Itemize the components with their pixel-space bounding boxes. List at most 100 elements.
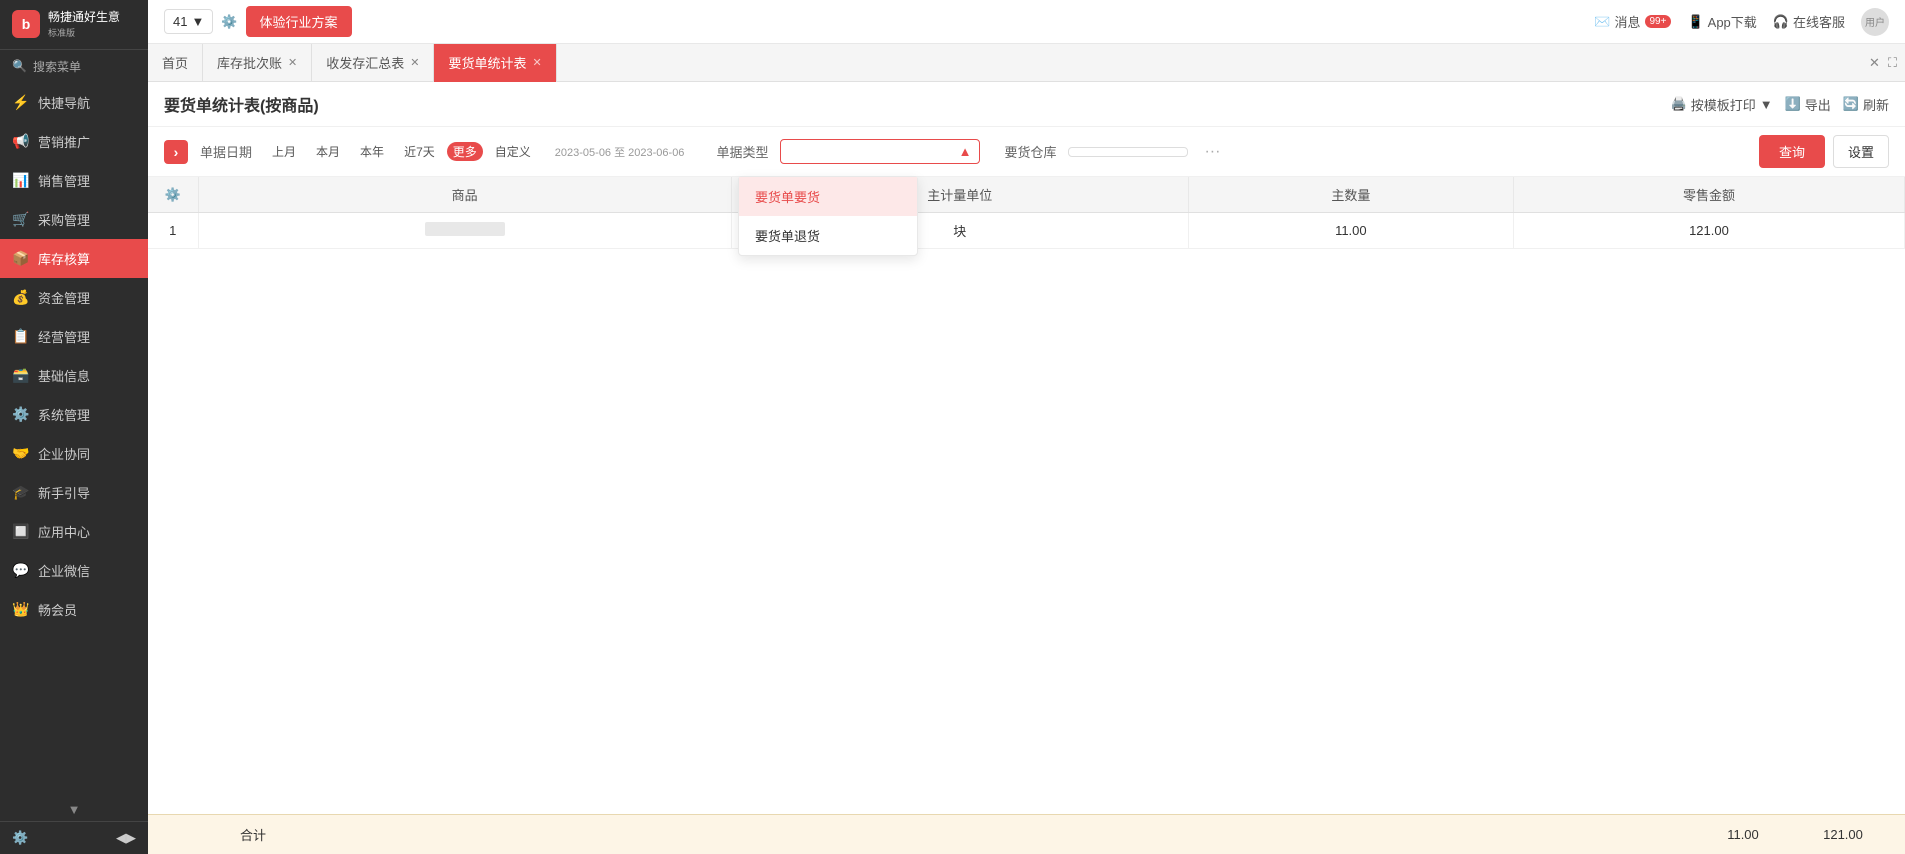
avatar[interactable]: 用户 (1861, 8, 1889, 36)
settings-btn[interactable]: 设置 (1833, 135, 1889, 168)
quick-nav-icon: ⚡ (12, 94, 30, 111)
store-selector[interactable]: 41 ▼ (164, 9, 213, 34)
tab-order-summary-close[interactable]: ✕ (533, 56, 542, 69)
sidebar-item-enterprise[interactable]: 🤝 企业协同 (0, 434, 148, 473)
headphone-icon: 🎧 (1773, 14, 1789, 30)
print-template-label: 按模板打印 (1691, 95, 1756, 114)
date-btn-7days[interactable]: 近7天 (396, 141, 443, 162)
message-icon: ✉️ (1594, 14, 1610, 30)
dropdown-item-order-return[interactable]: 要货单退货 (739, 216, 917, 255)
sidebar-item-appstore[interactable]: 🔲 应用中心 (0, 512, 148, 551)
inventory-label: 库存核算 (38, 249, 90, 268)
member-label: 畅会员 (38, 600, 77, 619)
search-menu-label: 搜索菜单 (33, 58, 81, 75)
date-filter-label: 单据日期 (200, 142, 252, 161)
col-amount-header: 零售金额 (1513, 177, 1904, 213)
type-filter-label: 单据类型 (716, 142, 768, 161)
col-settings-gear[interactable]: ⚙️ (148, 177, 198, 213)
dropdown-item-order-return-label: 要货单退货 (755, 229, 820, 244)
system-icon: ⚙️ (12, 406, 30, 423)
user-avatar-text: 用户 (1865, 14, 1885, 29)
export-label: 导出 (1805, 95, 1831, 114)
type-filter-select[interactable]: ▲ (780, 139, 980, 164)
online-service-btn[interactable]: 🎧 在线客服 (1773, 12, 1845, 31)
date-btn-more[interactable]: 更多 (447, 142, 483, 161)
print-template-btn[interactable]: 🖨️ 按模板打印 ▼ (1671, 95, 1773, 114)
settings-gear-icon[interactable]: ⚙️ (221, 14, 237, 30)
dropdown-item-order-goods[interactable]: 要货单要货 (739, 177, 917, 216)
row-product (198, 213, 731, 249)
message-btn[interactable]: ✉️ 消息 99+ (1594, 12, 1671, 31)
query-btn[interactable]: 查询 (1759, 135, 1825, 168)
page-header: 要货单统计表(按商品) 🖨️ 按模板打印 ▼ ⬇️ 导出 🔄 刷新 (148, 82, 1905, 127)
tab-batch-ledger[interactable]: 库存批次账 ✕ (203, 44, 312, 82)
dropdown-item-order-goods-label: 要货单要货 (755, 190, 820, 205)
sidebar-collapse-btn[interactable]: ◀▶ (116, 830, 136, 846)
filter-expand-btn[interactable]: › (164, 140, 188, 164)
filter-right-actions: 查询 设置 (1759, 135, 1889, 168)
tab-receive-summary[interactable]: 收发存汇总表 ✕ (312, 44, 434, 82)
appstore-label: 应用中心 (38, 522, 90, 541)
message-label: 消息 (1614, 12, 1640, 31)
topbar-right: ✉️ 消息 99+ 📱 App下载 🎧 在线客服 用户 (1594, 8, 1889, 36)
appstore-icon: 🔲 (12, 523, 30, 540)
sidebar-item-inventory[interactable]: 📦 库存核算 (0, 239, 148, 278)
sidebar-item-operations[interactable]: 📋 经营管理 (0, 317, 148, 356)
operations-label: 经营管理 (38, 327, 90, 346)
sidebar-item-system[interactable]: ⚙️ 系统管理 (0, 395, 148, 434)
tab-order-summary-label: 要货单统计表 (448, 53, 526, 72)
finance-label: 资金管理 (38, 288, 90, 307)
sidebar-item-sales[interactable]: 📊 销售管理 (0, 161, 148, 200)
filter-more-icon[interactable]: ··· (1204, 143, 1220, 161)
type-dropdown: 要货单要货 要货单退货 (738, 176, 918, 256)
marketing-icon: 📢 (12, 133, 30, 150)
tab-order-summary[interactable]: 要货单统计表 ✕ (434, 44, 556, 82)
date-btn-custom[interactable]: 自定义 (487, 141, 539, 162)
sales-label: 销售管理 (38, 171, 90, 190)
row-amount: 121.00 (1513, 213, 1904, 249)
refresh-label: 刷新 (1863, 95, 1889, 114)
date-btn-last-month[interactable]: 上月 (264, 141, 304, 162)
sidebar-item-guide[interactable]: 🎓 新手引导 (0, 473, 148, 512)
guide-label: 新手引导 (38, 483, 90, 502)
tab-batch-ledger-label: 库存批次账 (217, 53, 282, 72)
sidebar-item-wechat[interactable]: 💬 企业微信 (0, 551, 148, 590)
marketing-label: 营销推广 (38, 132, 90, 151)
tab-home-label: 首页 (162, 53, 188, 72)
sidebar-item-purchase[interactable]: 🛒 采购管理 (0, 200, 148, 239)
date-btn-this-year[interactable]: 本年 (352, 141, 392, 162)
date-btn-this-month[interactable]: 本月 (308, 141, 348, 162)
sidebar-item-quick-nav[interactable]: ⚡ 快捷导航 (0, 83, 148, 122)
warehouse-filter-label: 要货仓库 (1004, 142, 1056, 161)
base-label: 基础信息 (38, 366, 90, 385)
page-content: 要货单统计表(按商品) 🖨️ 按模板打印 ▼ ⬇️ 导出 🔄 刷新 › (148, 82, 1905, 854)
chevron-down-icon: ▼ (191, 14, 204, 29)
tab-close-all[interactable]: ✕ (1869, 55, 1880, 71)
export-icon: ⬇️ (1785, 96, 1801, 112)
finance-icon: 💰 (12, 289, 30, 306)
sidebar-item-base[interactable]: 🗃️ 基础信息 (0, 356, 148, 395)
footer-total-label: 合计 (240, 825, 266, 844)
refresh-btn[interactable]: 🔄 刷新 (1843, 95, 1889, 114)
settings-icon[interactable]: ⚙️ (12, 830, 28, 846)
sidebar-item-member[interactable]: 👑 畅会员 (0, 590, 148, 629)
search-menu[interactable]: 🔍 搜索菜单 (0, 50, 148, 83)
store-number: 41 (173, 14, 187, 29)
search-icon: 🔍 (12, 59, 27, 73)
print-icon: 🖨️ (1671, 96, 1687, 112)
sidebar-nav: ⚡ 快捷导航 📢 营销推广 📊 销售管理 🛒 采购管理 📦 库存核算 💰 资金管… (0, 83, 148, 798)
tab-batch-ledger-close[interactable]: ✕ (288, 56, 297, 69)
operations-icon: 📋 (12, 328, 30, 345)
sidebar-item-finance[interactable]: 💰 资金管理 (0, 278, 148, 317)
app-version: 标准版 (48, 26, 120, 39)
sidebar-scroll-down[interactable]: ▼ (0, 798, 148, 821)
tab-home[interactable]: 首页 (148, 44, 203, 82)
warehouse-filter-select[interactable] (1068, 147, 1188, 157)
export-btn[interactable]: ⬇️ 导出 (1785, 95, 1831, 114)
trial-btn[interactable]: 体验行业方案 (246, 6, 352, 37)
sidebar-item-marketing[interactable]: 📢 营销推广 (0, 122, 148, 161)
app-download-btn[interactable]: 📱 App下载 (1687, 12, 1756, 31)
tab-receive-summary-close[interactable]: ✕ (410, 56, 419, 69)
print-chevron-icon: ▼ (1760, 97, 1773, 112)
tab-expand[interactable]: ⛶ (1888, 55, 1897, 71)
